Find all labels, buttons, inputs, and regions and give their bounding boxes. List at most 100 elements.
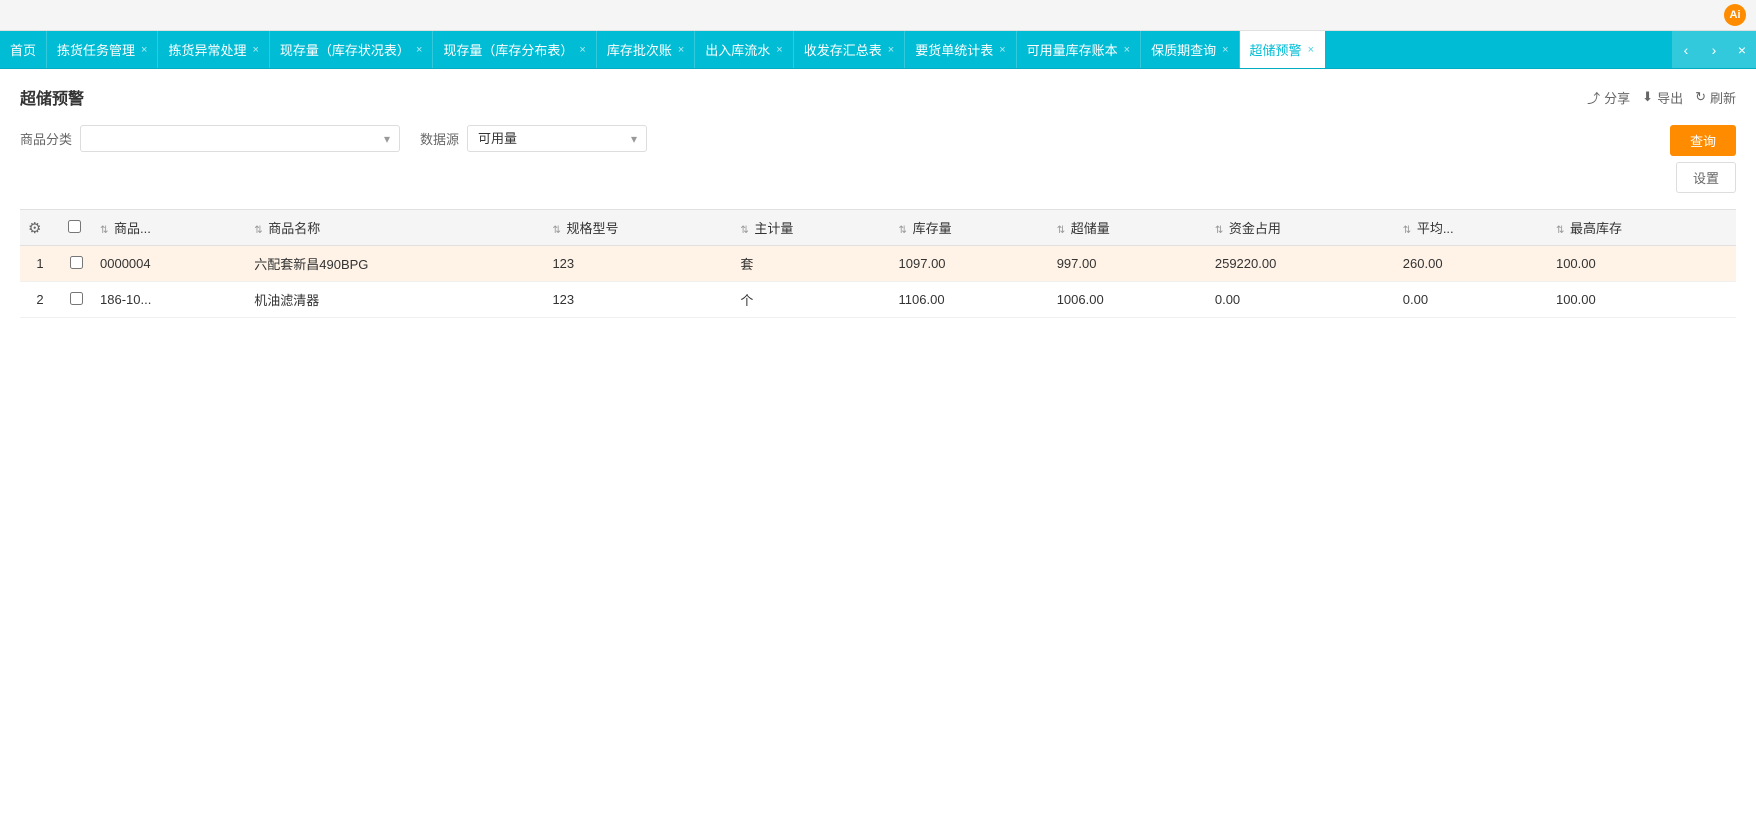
- col-header-gear[interactable]: ⚙: [20, 210, 60, 246]
- tab-inventory-status[interactable]: 现存量（库存状况表） ×: [270, 31, 433, 69]
- select-all-checkbox[interactable]: [68, 220, 81, 233]
- tab-in-out-flow-close[interactable]: ×: [776, 44, 782, 56]
- tab-batch-account-close[interactable]: ×: [678, 44, 684, 56]
- tab-order-stats-close[interactable]: ×: [999, 44, 1005, 56]
- tab-quality-check[interactable]: 保质期查询 ×: [1141, 31, 1239, 69]
- category-select-wrapper: [80, 125, 400, 152]
- query-button[interactable]: 查询: [1670, 125, 1736, 156]
- category-filter-label: 商品分类: [20, 129, 72, 148]
- tab-quality-check-close[interactable]: ×: [1222, 44, 1228, 56]
- col-label-spec: 规格型号: [566, 221, 618, 236]
- datasource-filter-label: 数据源: [420, 129, 459, 148]
- tab-batch-account[interactable]: 库存批次账 ×: [597, 31, 695, 69]
- row-checkbox-1[interactable]: [60, 246, 92, 282]
- col-label-max-inventory: 最高库存: [1570, 221, 1622, 236]
- tab-abnormal-proc[interactable]: 拣货异常处理 ×: [158, 31, 269, 69]
- tab-receive-send[interactable]: 收发存汇总表 ×: [794, 31, 905, 69]
- col-label-capital-occ: 资金占用: [1229, 221, 1281, 236]
- topbar: Ai: [0, 0, 1756, 31]
- row-1-max-inventory: 100.00: [1548, 246, 1736, 282]
- user-info: Ai: [1724, 4, 1746, 26]
- share-icon: ⤴: [1587, 88, 1600, 107]
- col-header-product-code[interactable]: ⇅ 商品...: [92, 210, 246, 246]
- col-header-unit[interactable]: ⇅ 主计量: [732, 210, 890, 246]
- row-1-unit: 套: [732, 246, 890, 282]
- row-1-product-name: 六配套新昌490BPG: [246, 246, 544, 282]
- share-button[interactable]: ⤴ 分享: [1587, 88, 1630, 107]
- category-select[interactable]: [80, 125, 400, 152]
- row-checkbox-2[interactable]: [60, 282, 92, 318]
- sort-icon-overstock: ⇅: [1057, 225, 1065, 236]
- table-row: 1 0000004 六配套新昌490BPG 123 套 1097.00 997.…: [20, 246, 1736, 282]
- filter-buttons: 查询 设置: [1670, 125, 1736, 193]
- nav-right-button[interactable]: ›: [1700, 31, 1728, 69]
- tab-overstock-warn[interactable]: 超储预警 ×: [1240, 31, 1325, 69]
- table-row: 2 186-10... 机油滤清器 123 个 1106.00 1006.00 …: [20, 282, 1736, 318]
- nav-more-button[interactable]: ×: [1728, 31, 1756, 69]
- row-2-overstock: 1006.00: [1049, 282, 1207, 318]
- sort-icon-avg: ⇅: [1403, 225, 1411, 236]
- tab-overstock-warn-label: 超储预警: [1250, 40, 1302, 59]
- sort-icon-unit: ⇅: [740, 225, 748, 236]
- tab-inventory-status-close[interactable]: ×: [416, 44, 422, 56]
- datasource-filter: 数据源 可用量: [420, 125, 647, 152]
- col-header-inventory[interactable]: ⇅ 库存量: [891, 210, 1049, 246]
- tab-receive-send-close[interactable]: ×: [888, 44, 894, 56]
- table-header-row: ⚙ ⇅ 商品... ⇅ 商品名称 ⇅ 规格型号 ⇅: [20, 210, 1736, 246]
- row-2-inventory: 1106.00: [891, 282, 1049, 318]
- settings-button[interactable]: 设置: [1676, 162, 1736, 193]
- tab-abnormal-proc-close[interactable]: ×: [252, 44, 258, 56]
- col-label-product-name: 商品名称: [268, 221, 320, 236]
- row-1-checkbox[interactable]: [70, 256, 83, 269]
- row-2-checkbox[interactable]: [70, 292, 83, 305]
- category-filter: 商品分类: [20, 125, 400, 152]
- data-table: ⚙ ⇅ 商品... ⇅ 商品名称 ⇅ 规格型号 ⇅: [20, 209, 1736, 318]
- tab-inventory-status-label: 现存量（库存状况表）: [280, 40, 410, 59]
- sort-icon-capital-occ: ⇅: [1215, 225, 1223, 236]
- tab-in-out-flow[interactable]: 出入库流水 ×: [695, 31, 793, 69]
- col-header-product-name[interactable]: ⇅ 商品名称: [246, 210, 544, 246]
- col-header-overstock[interactable]: ⇅ 超储量: [1049, 210, 1207, 246]
- tab-order-stats-label: 要货单统计表: [915, 40, 993, 59]
- row-2-product-name: 机油滤清器: [246, 282, 544, 318]
- col-header-capital-occ[interactable]: ⇅ 资金占用: [1207, 210, 1395, 246]
- col-header-spec[interactable]: ⇅ 规格型号: [544, 210, 732, 246]
- refresh-button[interactable]: ↻ 刷新: [1695, 88, 1736, 107]
- export-label: 导出: [1657, 88, 1683, 107]
- tab-avail-account[interactable]: 可用量库存账本 ×: [1017, 31, 1141, 69]
- export-button[interactable]: ⬇ 导出: [1642, 88, 1683, 107]
- row-2-product-code: 186-10...: [92, 282, 246, 318]
- tab-overstock-warn-close[interactable]: ×: [1308, 44, 1314, 56]
- col-header-checkbox[interactable]: [60, 210, 92, 246]
- tab-home[interactable]: 首页: [0, 31, 47, 69]
- tab-home-label: 首页: [10, 40, 36, 59]
- datasource-select[interactable]: 可用量: [467, 125, 647, 152]
- refresh-label: 刷新: [1710, 88, 1736, 107]
- row-num-2: 2: [20, 282, 60, 318]
- row-num-1: 1: [20, 246, 60, 282]
- col-label-avg: 平均...: [1417, 221, 1454, 236]
- row-2-spec: 123: [544, 282, 732, 318]
- gear-settings-button[interactable]: ⚙: [28, 219, 41, 237]
- refresh-icon: ↻: [1695, 89, 1706, 105]
- tab-inventory-dist[interactable]: 现存量（库存分布表） ×: [433, 31, 596, 69]
- tab-task-mgmt-close[interactable]: ×: [141, 44, 147, 56]
- nav-left-button[interactable]: ‹: [1672, 31, 1700, 69]
- row-1-spec: 123: [544, 246, 732, 282]
- col-header-max-inventory[interactable]: ⇅ 最高库存: [1548, 210, 1736, 246]
- export-icon: ⬇: [1642, 89, 1653, 105]
- tab-abnormal-proc-label: 拣货异常处理: [168, 40, 246, 59]
- tab-avail-account-close[interactable]: ×: [1124, 44, 1130, 56]
- tab-inventory-dist-close[interactable]: ×: [579, 44, 585, 56]
- tab-order-stats[interactable]: 要货单统计表 ×: [905, 31, 1016, 69]
- row-2-max-inventory: 100.00: [1548, 282, 1736, 318]
- nav-bar: 首页 拣货任务管理 × 拣货异常处理 × 现存量（库存状况表） × 现存量（库存…: [0, 31, 1756, 69]
- tab-inventory-dist-label: 现存量（库存分布表）: [443, 40, 573, 59]
- page-header: 超储预警 ⤴ 分享 ⬇ 导出 ↻ 刷新: [20, 85, 1736, 109]
- nav-arrows: ‹ › ×: [1672, 31, 1756, 69]
- sort-icon-spec: ⇅: [552, 225, 560, 236]
- header-actions: ⤴ 分享 ⬇ 导出 ↻ 刷新: [1587, 88, 1736, 107]
- col-header-avg[interactable]: ⇅ 平均...: [1395, 210, 1548, 246]
- tab-task-mgmt[interactable]: 拣货任务管理 ×: [47, 31, 158, 69]
- row-2-unit: 个: [732, 282, 890, 318]
